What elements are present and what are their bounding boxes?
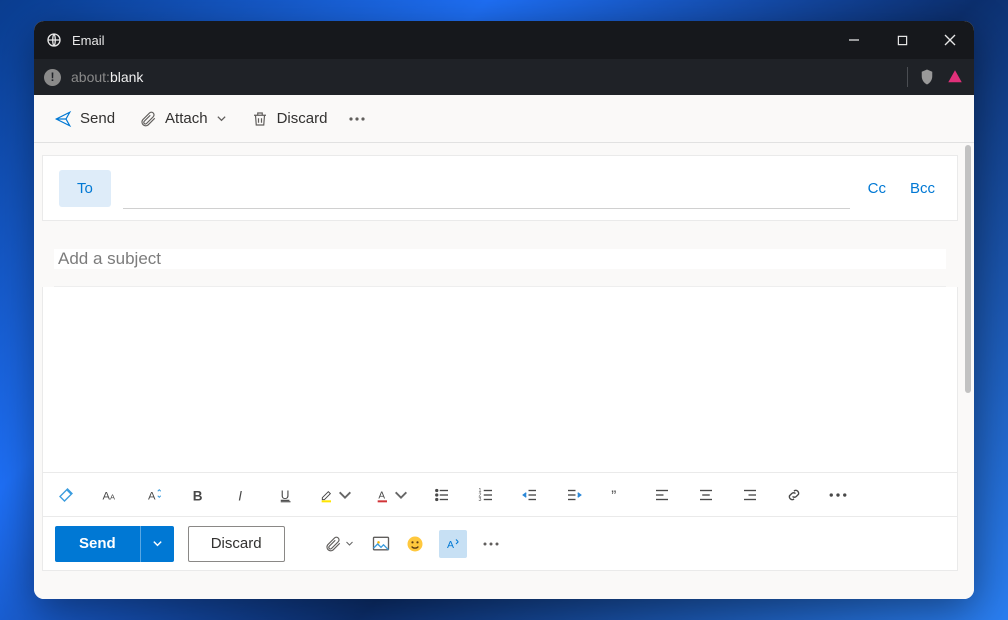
bottom-more-button[interactable]: [481, 534, 501, 554]
scrollbar[interactable]: [965, 145, 971, 393]
bold-button[interactable]: B: [187, 484, 209, 506]
send-icon: [54, 110, 72, 128]
bcc-button[interactable]: Bcc: [904, 176, 941, 201]
chevron-down-icon: [337, 486, 353, 504]
close-window-button[interactable]: [926, 21, 974, 59]
format-painter-button[interactable]: [55, 484, 77, 506]
attach-bottom-button[interactable]: [321, 534, 357, 554]
discard-toolbar-button[interactable]: Discard: [241, 104, 338, 134]
ellipsis-icon: [349, 117, 365, 121]
send-toolbar-button[interactable]: Send: [44, 104, 125, 134]
discard-toolbar-label: Discard: [277, 110, 328, 127]
to-input[interactable]: [123, 167, 850, 209]
chevron-down-icon: [216, 113, 227, 124]
window-title: Email: [72, 33, 830, 48]
svg-text:”: ”: [611, 487, 616, 504]
svg-text:I: I: [238, 488, 242, 503]
font-color-button[interactable]: A: [375, 484, 409, 506]
bottom-action-bar: Send Discard A: [42, 517, 958, 571]
app-window: Email ! about:blank Send Attach Discard: [34, 21, 974, 599]
svg-text:3: 3: [479, 497, 482, 503]
window-titlebar: Email: [34, 21, 974, 59]
window-controls: [830, 21, 974, 59]
address-bar: ! about:blank: [34, 59, 974, 95]
cc-button[interactable]: Cc: [862, 176, 892, 201]
minimize-button[interactable]: [830, 21, 878, 59]
send-split-button: Send: [55, 526, 174, 562]
insert-emoji-button[interactable]: [405, 534, 425, 554]
send-button[interactable]: Send: [55, 526, 140, 562]
toolbar-more-button[interactable]: [341, 103, 373, 135]
ellipsis-icon: [829, 486, 847, 504]
font-size-button[interactable]: A: [143, 484, 165, 506]
discard-button[interactable]: Discard: [188, 526, 285, 562]
to-button[interactable]: To: [59, 170, 111, 207]
attach-toolbar-button[interactable]: Attach: [129, 104, 237, 134]
brave-shields-icon[interactable]: [918, 68, 936, 86]
emoji-icon: [405, 534, 425, 554]
compose-toolbar: Send Attach Discard: [34, 95, 974, 143]
align-center-button[interactable]: [695, 484, 717, 506]
align-right-button[interactable]: [739, 484, 761, 506]
show-formatting-button[interactable]: A: [439, 530, 467, 558]
quote-button[interactable]: ”: [607, 484, 629, 506]
bullets-button[interactable]: [431, 484, 453, 506]
svg-text:A: A: [148, 490, 156, 502]
to-row: To Cc Bcc: [43, 156, 957, 220]
send-toolbar-label: Send: [80, 110, 115, 127]
picture-icon: [371, 534, 391, 554]
send-options-button[interactable]: [140, 526, 174, 562]
svg-text:B: B: [193, 488, 203, 503]
subject-card: [42, 231, 958, 287]
align-left-button[interactable]: [651, 484, 673, 506]
svg-text:A: A: [447, 538, 454, 550]
decrease-indent-button[interactable]: [519, 484, 541, 506]
globe-icon: [46, 32, 62, 48]
insert-picture-button[interactable]: [371, 534, 391, 554]
chevron-down-icon: [152, 538, 163, 549]
paperclip-icon: [139, 110, 157, 128]
insert-link-button[interactable]: [783, 484, 805, 506]
italic-button[interactable]: I: [231, 484, 253, 506]
message-body-area: [42, 287, 958, 473]
chevron-down-icon: [393, 486, 409, 504]
svg-text:A: A: [378, 490, 385, 501]
formatting-more-button[interactable]: [827, 484, 849, 506]
message-body-input[interactable]: [43, 287, 957, 472]
formatting-options-icon: A: [444, 535, 462, 553]
paperclip-icon: [324, 535, 342, 553]
svg-text:A: A: [110, 492, 115, 501]
maximize-button[interactable]: [878, 21, 926, 59]
separator: [907, 67, 908, 87]
subject-input[interactable]: [54, 249, 946, 269]
increase-indent-button[interactable]: [563, 484, 585, 506]
font-button[interactable]: AA: [99, 484, 121, 506]
site-info-icon[interactable]: !: [44, 69, 61, 86]
trash-icon: [251, 110, 269, 128]
compose-content: To Cc Bcc AA A B I U A 123: [34, 143, 974, 599]
underline-button[interactable]: U: [275, 484, 297, 506]
formatting-toolbar: AA A B I U A 123 ”: [42, 473, 958, 517]
attach-toolbar-label: Attach: [165, 110, 208, 127]
ellipsis-icon: [483, 542, 499, 546]
brave-rewards-icon[interactable]: [946, 68, 964, 86]
numbering-button[interactable]: 123: [475, 484, 497, 506]
highlight-button[interactable]: [319, 484, 353, 506]
svg-text:U: U: [281, 487, 290, 501]
chevron-down-icon: [345, 539, 354, 548]
recipients-card: To Cc Bcc: [42, 155, 958, 221]
url-display[interactable]: about:blank: [71, 69, 897, 85]
